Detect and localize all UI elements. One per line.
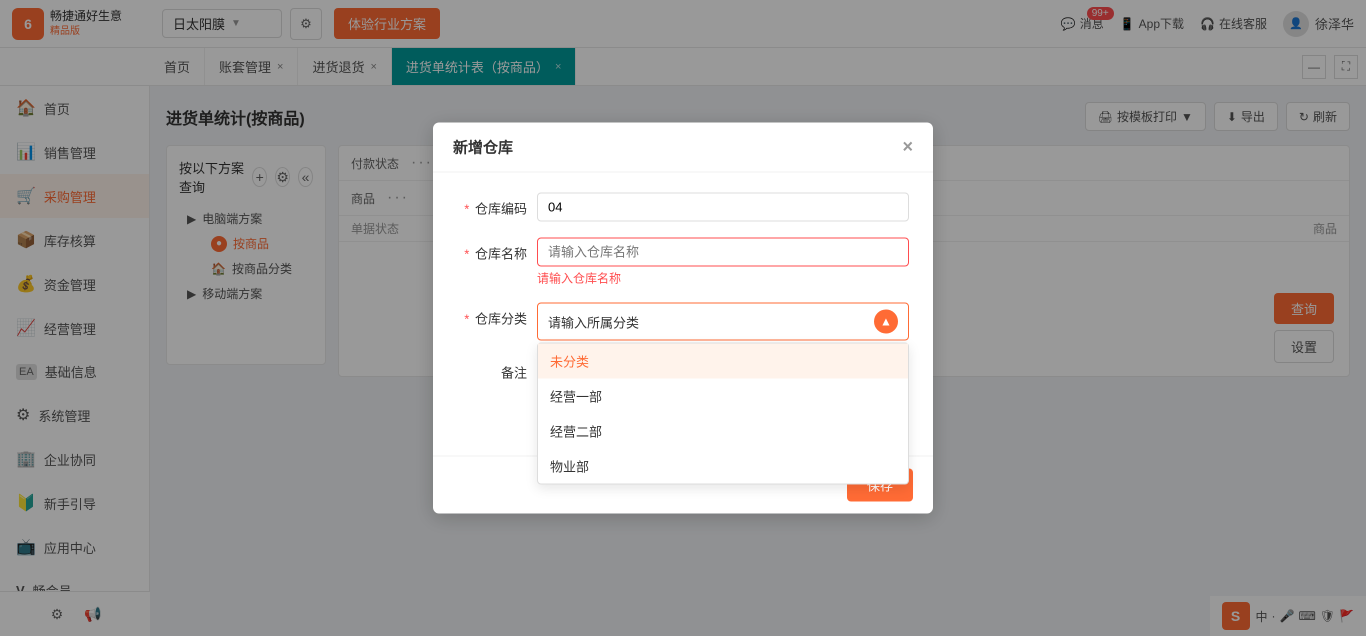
code-label: * 仓库编码	[457, 193, 537, 218]
code-control	[537, 193, 909, 222]
modal-body: * 仓库编码 * 仓库名称 请输入仓库名称 * 仓库分类	[433, 173, 933, 456]
select-up-icon: ▲	[874, 310, 898, 334]
modal-close-button[interactable]: ×	[902, 137, 913, 158]
dropdown-item-dept3[interactable]: 物业部	[538, 449, 908, 484]
modal-header: 新增仓库 ×	[433, 123, 933, 173]
category-select[interactable]: 请输入所属分类 ▲	[537, 303, 909, 341]
dropdown-item-dept1[interactable]: 经营一部	[538, 379, 908, 414]
category-control: 请输入所属分类 ▲ 未分类 经营一部 经营二部 物业部	[537, 303, 909, 341]
name-error: 请输入仓库名称	[537, 270, 909, 287]
new-warehouse-modal: 新增仓库 × * 仓库编码 * 仓库名称 请输入仓库名称	[433, 123, 933, 514]
code-input[interactable]	[537, 193, 909, 222]
category-placeholder: 请输入所属分类	[548, 312, 639, 331]
name-input[interactable]	[537, 238, 909, 267]
dropdown-item-unclassified[interactable]: 未分类	[538, 344, 908, 379]
modal-title: 新增仓库	[453, 137, 513, 158]
category-form-row: * 仓库分类 请输入所属分类 ▲ 未分类 经营一部 经营二部 物业部	[457, 303, 909, 341]
note-label: 备注	[457, 357, 537, 382]
category-dropdown: 未分类 经营一部 经营二部 物业部	[537, 343, 909, 485]
name-label: * 仓库名称	[457, 238, 537, 263]
code-form-row: * 仓库编码	[457, 193, 909, 222]
name-control: 请输入仓库名称	[537, 238, 909, 287]
dropdown-item-dept2[interactable]: 经营二部	[538, 414, 908, 449]
category-label: * 仓库分类	[457, 303, 537, 328]
name-form-row: * 仓库名称 请输入仓库名称	[457, 238, 909, 287]
